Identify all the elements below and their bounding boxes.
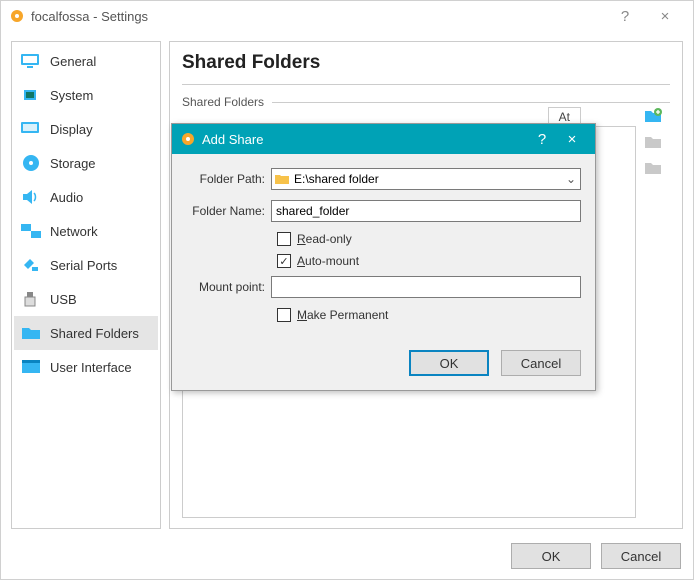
automount-checkbox[interactable]: ✓	[277, 254, 291, 268]
app-gear-icon	[9, 8, 25, 24]
page-title: Shared Folders	[182, 52, 670, 80]
folder-name-input[interactable]	[271, 200, 581, 222]
sidebar-item-user-interface[interactable]: User Interface	[14, 350, 158, 384]
make-permanent-checkbox[interactable]	[277, 308, 291, 322]
sidebar-item-storage[interactable]: Storage	[14, 146, 158, 180]
monitor-icon	[20, 52, 42, 70]
window-ok-button[interactable]: OK	[511, 543, 591, 569]
folder-path-value: E:\shared folder	[292, 172, 562, 186]
mount-point-input[interactable]	[271, 276, 581, 298]
divider	[182, 84, 670, 85]
disk-icon	[20, 154, 42, 172]
dialog-ok-button[interactable]: OK	[409, 350, 489, 376]
sidebar-item-label: Network	[50, 224, 98, 239]
dialog-gear-icon	[180, 131, 196, 147]
mount-point-label: Mount point:	[186, 280, 271, 294]
chip-icon	[20, 86, 42, 104]
add-share-dialog: Add Share ? × Folder Path: E:\shared fol…	[171, 123, 596, 391]
sidebar-item-label: General	[50, 54, 96, 69]
window-title: focalfossa - Settings	[31, 9, 605, 24]
folder-path-label: Folder Path:	[186, 172, 271, 186]
sidebar-item-network[interactable]: Network	[14, 214, 158, 248]
sidebar-item-general[interactable]: General	[14, 44, 158, 78]
sidebar-item-label: System	[50, 88, 93, 103]
folders-toolbar	[636, 102, 670, 518]
sidebar-item-label: User Interface	[50, 360, 132, 375]
folder-name-label: Folder Name:	[186, 204, 271, 218]
folder-mini-icon	[272, 173, 292, 185]
sidebar-item-label: Serial Ports	[50, 258, 117, 273]
window-button-bar: OK Cancel	[511, 543, 681, 569]
automount-label: Auto-mount	[297, 254, 359, 268]
sidebar-item-label: USB	[50, 292, 77, 307]
sidebar-item-label: Shared Folders	[50, 326, 139, 341]
dialog-footer: OK Cancel	[172, 340, 595, 390]
dialog-title: Add Share	[202, 132, 527, 147]
usb-icon	[20, 290, 42, 308]
readonly-label: Read-only	[297, 232, 352, 246]
sidebar-item-display[interactable]: Display	[14, 112, 158, 146]
display-icon	[20, 120, 42, 138]
dialog-help-button[interactable]: ?	[527, 131, 557, 148]
folder-icon	[20, 324, 42, 342]
readonly-checkbox[interactable]	[277, 232, 291, 246]
dialog-close-button[interactable]: ×	[557, 131, 587, 148]
folder-path-combo[interactable]: E:\shared folder ⌄	[271, 168, 581, 190]
ui-icon	[20, 358, 42, 376]
settings-sidebar: General System Display Storage Audio Net…	[11, 41, 161, 529]
remove-folder-button[interactable]	[643, 158, 663, 178]
sidebar-item-label: Audio	[50, 190, 83, 205]
close-button[interactable]: ×	[645, 8, 685, 25]
sidebar-item-label: Display	[50, 122, 93, 137]
make-permanent-label: Make Permanent	[297, 308, 388, 322]
help-button[interactable]: ?	[605, 8, 645, 25]
serial-icon	[20, 256, 42, 274]
sidebar-item-usb[interactable]: USB	[14, 282, 158, 316]
sidebar-item-shared-folders[interactable]: Shared Folders	[14, 316, 158, 350]
dialog-body: Folder Path: E:\shared folder ⌄ Folder N…	[172, 154, 595, 340]
network-icon	[20, 222, 42, 240]
sidebar-item-label: Storage	[50, 156, 96, 171]
sidebar-item-audio[interactable]: Audio	[14, 180, 158, 214]
dialog-titlebar: Add Share ? ×	[172, 124, 595, 154]
chevron-down-icon: ⌄	[562, 172, 580, 186]
window-cancel-button[interactable]: Cancel	[601, 543, 681, 569]
edit-folder-button[interactable]	[643, 132, 663, 152]
speaker-icon	[20, 188, 42, 206]
add-folder-button[interactable]	[643, 106, 663, 126]
dialog-cancel-button[interactable]: Cancel	[501, 350, 581, 376]
sidebar-item-system[interactable]: System	[14, 78, 158, 112]
window-titlebar: focalfossa - Settings ? ×	[1, 1, 693, 31]
settings-window: focalfossa - Settings ? × General System…	[0, 0, 694, 580]
sidebar-item-serial-ports[interactable]: Serial Ports	[14, 248, 158, 282]
